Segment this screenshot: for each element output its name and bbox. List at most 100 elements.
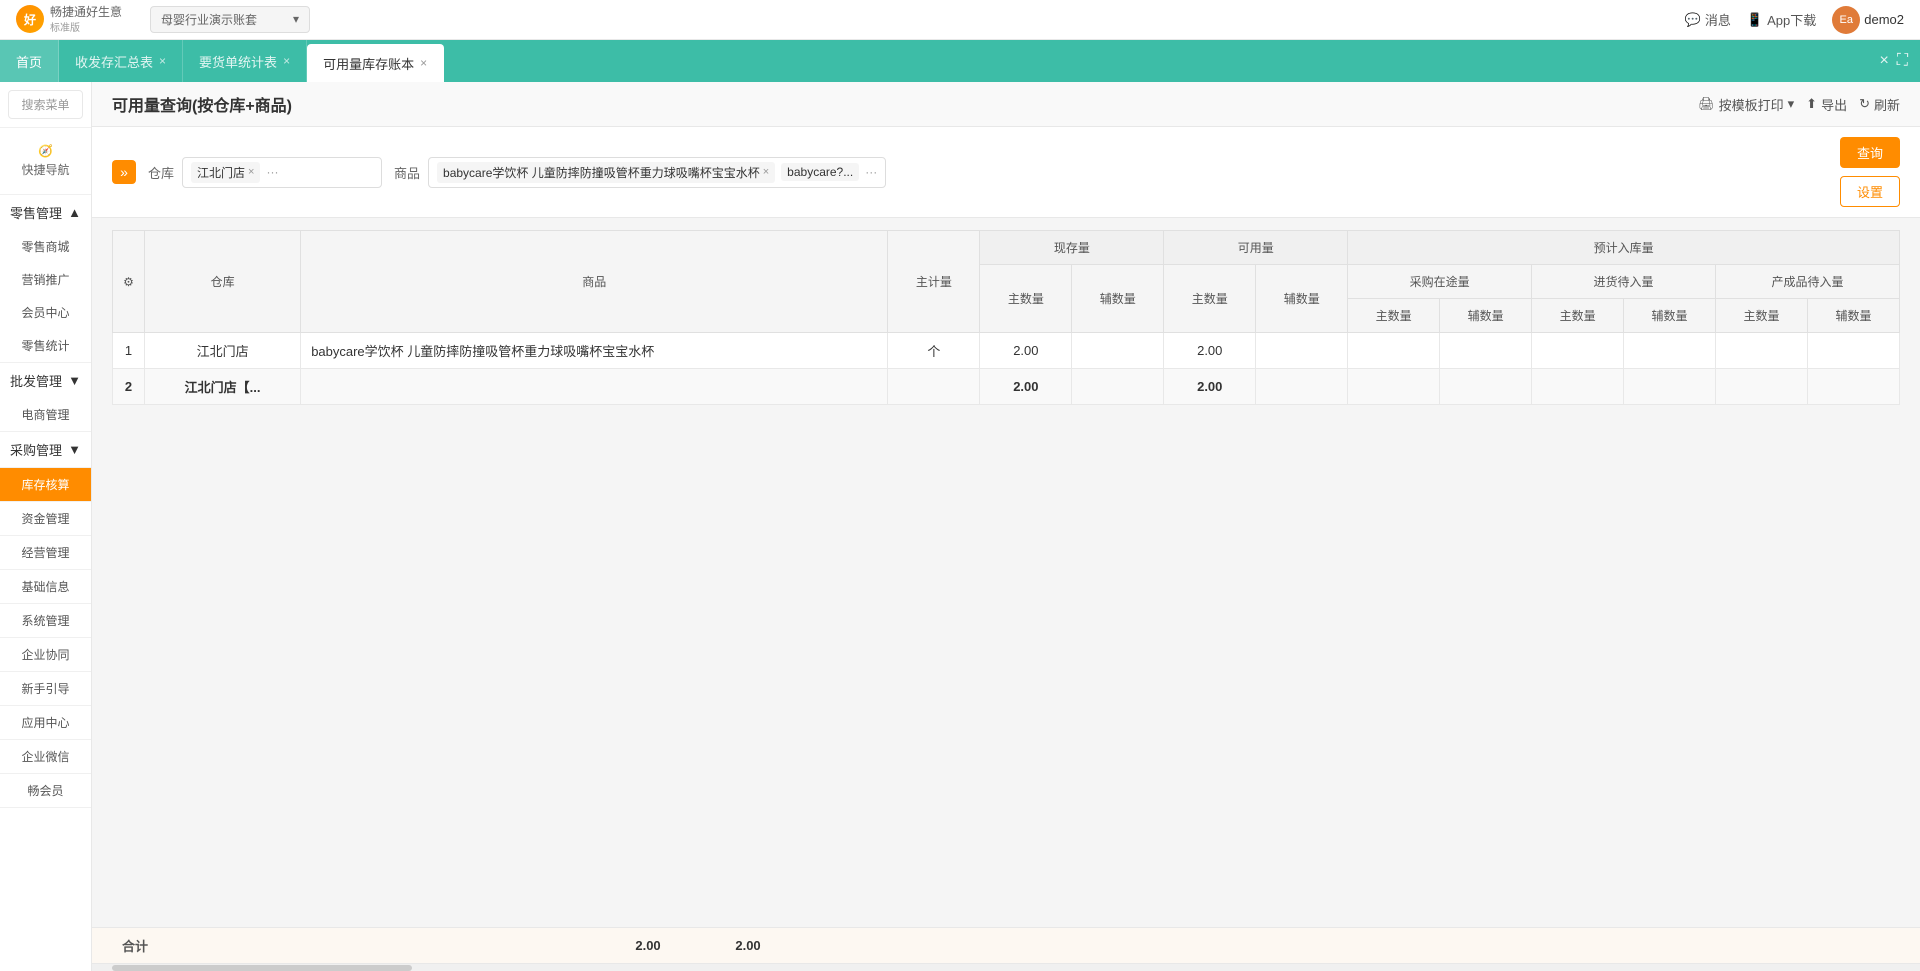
sidebar-section-purchase: 采购管理 ▼	[0, 432, 91, 468]
sidebar-item-enterprise-collab[interactable]: 企业协同	[0, 638, 91, 671]
compass-icon: 🧭	[38, 144, 53, 158]
username: demo2	[1864, 12, 1904, 27]
app-download-btn[interactable]: 📱 App下载	[1747, 10, 1816, 29]
refresh-label: 刷新	[1874, 95, 1900, 114]
tab-income-summary[interactable]: 收发存汇总表 ×	[59, 40, 183, 82]
filter-expand-btn[interactable]: »	[112, 160, 136, 184]
th-current-stock: 现存量	[980, 231, 1164, 265]
sidebar-item-member[interactable]: 畅会员	[0, 774, 91, 807]
sidebar-item-new-guide[interactable]: 新手引导	[0, 672, 91, 705]
th-avail-main: 主数量	[1164, 265, 1256, 333]
user-area[interactable]: Ea demo2	[1832, 6, 1904, 34]
sidebar-section-sys: 系统管理	[0, 604, 91, 638]
sidebar-item-basic-info[interactable]: 基础信息	[0, 570, 91, 603]
tab-available-inventory[interactable]: 可用量库存账本 ×	[307, 44, 444, 82]
tab-home-label: 首页	[16, 52, 42, 71]
row-2-num: 2	[113, 369, 145, 405]
sidebar-section-wholesale-header[interactable]: 批发管理 ▼	[0, 363, 91, 398]
export-btn[interactable]: ⬆ 导出	[1806, 95, 1847, 114]
footer-label: 合计	[122, 936, 148, 955]
sidebar-item-retail-stats[interactable]: 零售统计	[0, 329, 91, 362]
sidebar-section-retail-header[interactable]: 零售管理 ▲	[0, 195, 91, 230]
product-input[interactable]: babycare学饮杯 儿童防摔防撞吸管杯重力球吸嘴杯宝宝水杯 × babyca…	[428, 157, 886, 188]
refresh-btn[interactable]: ↻ 刷新	[1859, 95, 1900, 114]
product-tag-1-value: babycare学饮杯 儿童防摔防撞吸管杯重力球吸嘴杯宝宝水杯	[443, 164, 760, 181]
print-template-btn[interactable]: 🖨 按模板打印 ▾	[1698, 95, 1794, 114]
tab-close-all-btn[interactable]: ×	[1879, 52, 1888, 70]
message-btn[interactable]: 💬 消息	[1685, 10, 1731, 29]
table-footer: 合计 2.00 2.00	[92, 927, 1920, 963]
sidebar-item-retail-mall[interactable]: 零售商城	[0, 230, 91, 263]
tab-home[interactable]: 首页	[0, 40, 59, 82]
filter-area: » 仓库 江北门店 × ··· 商品 babycare学饮杯 儿童防摔防撞吸管杯…	[92, 127, 1920, 218]
top-bar: 好 畅捷通好生意 标准版 母婴行业演示账套 ▾ 💬 消息 📱 App下载 Ea …	[0, 0, 1920, 40]
sidebar-item-finance[interactable]: 资金管理	[0, 502, 91, 535]
sidebar-item-ops[interactable]: 经营管理	[0, 536, 91, 569]
sidebar-search-area: 搜索菜单	[0, 82, 91, 128]
tab-available-inventory-close[interactable]: ×	[420, 56, 427, 70]
row-2-product	[301, 369, 888, 405]
row-1-unit: 个	[888, 333, 980, 369]
tab-order-stats[interactable]: 要货单统计表 ×	[183, 40, 307, 82]
sidebar-item-marketing[interactable]: 营销推广	[0, 263, 91, 296]
sidebar-section-finance: 资金管理	[0, 502, 91, 536]
app-download-label: App下载	[1767, 10, 1816, 29]
th-finished-aux: 辅数量	[1807, 299, 1899, 333]
sidebar-item-ecommerce[interactable]: 电商管理	[0, 398, 91, 431]
warehouse-input[interactable]: 江北门店 × ···	[182, 157, 382, 188]
th-available: 可用量	[1164, 231, 1348, 265]
th-stock-aux: 辅数量	[1072, 265, 1164, 333]
row-2-finished-aux	[1807, 369, 1899, 405]
scroll-bar[interactable]	[112, 965, 412, 971]
th-finished-pending: 产成品待入量	[1716, 265, 1900, 299]
warehouse-filter-group: 仓库 江北门店 × ···	[148, 157, 382, 188]
query-btn[interactable]: 查询	[1840, 137, 1900, 168]
sidebar-item-inventory-check[interactable]: 库存核算	[0, 468, 91, 501]
th-settings[interactable]: ⚙	[113, 231, 145, 333]
warehouse-tag: 江北门店 ×	[191, 162, 260, 183]
row-2-avail-main: 2.00	[1164, 369, 1256, 405]
wholesale-expand-icon: ▼	[68, 373, 81, 388]
industry-label: 母婴行业演示账套	[161, 11, 257, 28]
row-2-finished-main	[1716, 369, 1808, 405]
th-incoming-aux: 辅数量	[1624, 299, 1716, 333]
sidebar-section-basic: 基础信息	[0, 570, 91, 604]
main-layout: 搜索菜单 🧭 快捷导航 零售管理 ▲ 零售商城 营销推广 会员中心 零售统计 批…	[0, 82, 1920, 971]
avatar: Ea	[1832, 6, 1860, 34]
sidebar-section-purchase-header[interactable]: 采购管理 ▼	[0, 432, 91, 467]
industry-selector[interactable]: 母婴行业演示账套 ▾	[150, 6, 310, 33]
tab-income-summary-close[interactable]: ×	[159, 54, 166, 68]
settings-btn[interactable]: 设置	[1840, 176, 1900, 207]
warehouse-tag-close[interactable]: ×	[248, 166, 254, 178]
logo-area: 好 畅捷通好生意 标准版	[16, 5, 122, 34]
print-label: 按模板打印	[1719, 95, 1784, 114]
footer-avail-main: 2.00	[708, 938, 788, 953]
purchase-expand-icon: ▼	[68, 442, 81, 457]
warehouse-more[interactable]: ···	[266, 165, 278, 179]
sidebar-section-wechat: 企业微信	[0, 740, 91, 774]
retail-mgmt-label: 零售管理	[10, 203, 62, 222]
row-1-avail-aux	[1256, 333, 1348, 369]
tab-expand-btn[interactable]: ⛶	[1897, 52, 1908, 70]
product-tag-1-close[interactable]: ×	[763, 166, 769, 178]
sidebar-item-enterprise-wechat[interactable]: 企业微信	[0, 740, 91, 773]
tab-order-stats-close[interactable]: ×	[283, 54, 290, 68]
sidebar-item-quick-nav[interactable]: 🧭 快捷导航	[0, 136, 91, 186]
sidebar-section-inventory: 库存核算	[0, 468, 91, 502]
row-2-incoming-main	[1532, 369, 1624, 405]
sidebar-item-sys-mgmt[interactable]: 系统管理	[0, 604, 91, 637]
sidebar-item-app-center[interactable]: 应用中心	[0, 706, 91, 739]
sidebar-search-btn[interactable]: 搜索菜单	[8, 90, 83, 119]
row-2-incoming-aux	[1624, 369, 1716, 405]
filter-action-btns: 查询 设置	[1840, 137, 1900, 207]
table-row: 1 江北门店 babycare学饮杯 儿童防摔防撞吸管杯重力球吸嘴杯宝宝水杯 个…	[113, 333, 1900, 369]
logo-text: 畅捷通好生意	[50, 5, 122, 19]
product-more[interactable]: ···	[865, 165, 877, 179]
inventory-table: ⚙ 仓库 商品 主计量 现存量 可用量 预计入库量 主数量 辅数量 主数量 辅数…	[112, 230, 1900, 405]
th-incoming-main: 主数量	[1532, 299, 1624, 333]
row-1-stock-aux	[1072, 333, 1164, 369]
sidebar-item-member-center[interactable]: 会员中心	[0, 296, 91, 329]
message-icon: 💬	[1685, 12, 1701, 28]
sidebar-section-appcenter: 应用中心	[0, 706, 91, 740]
quick-nav-label: 快捷导航	[21, 161, 69, 178]
